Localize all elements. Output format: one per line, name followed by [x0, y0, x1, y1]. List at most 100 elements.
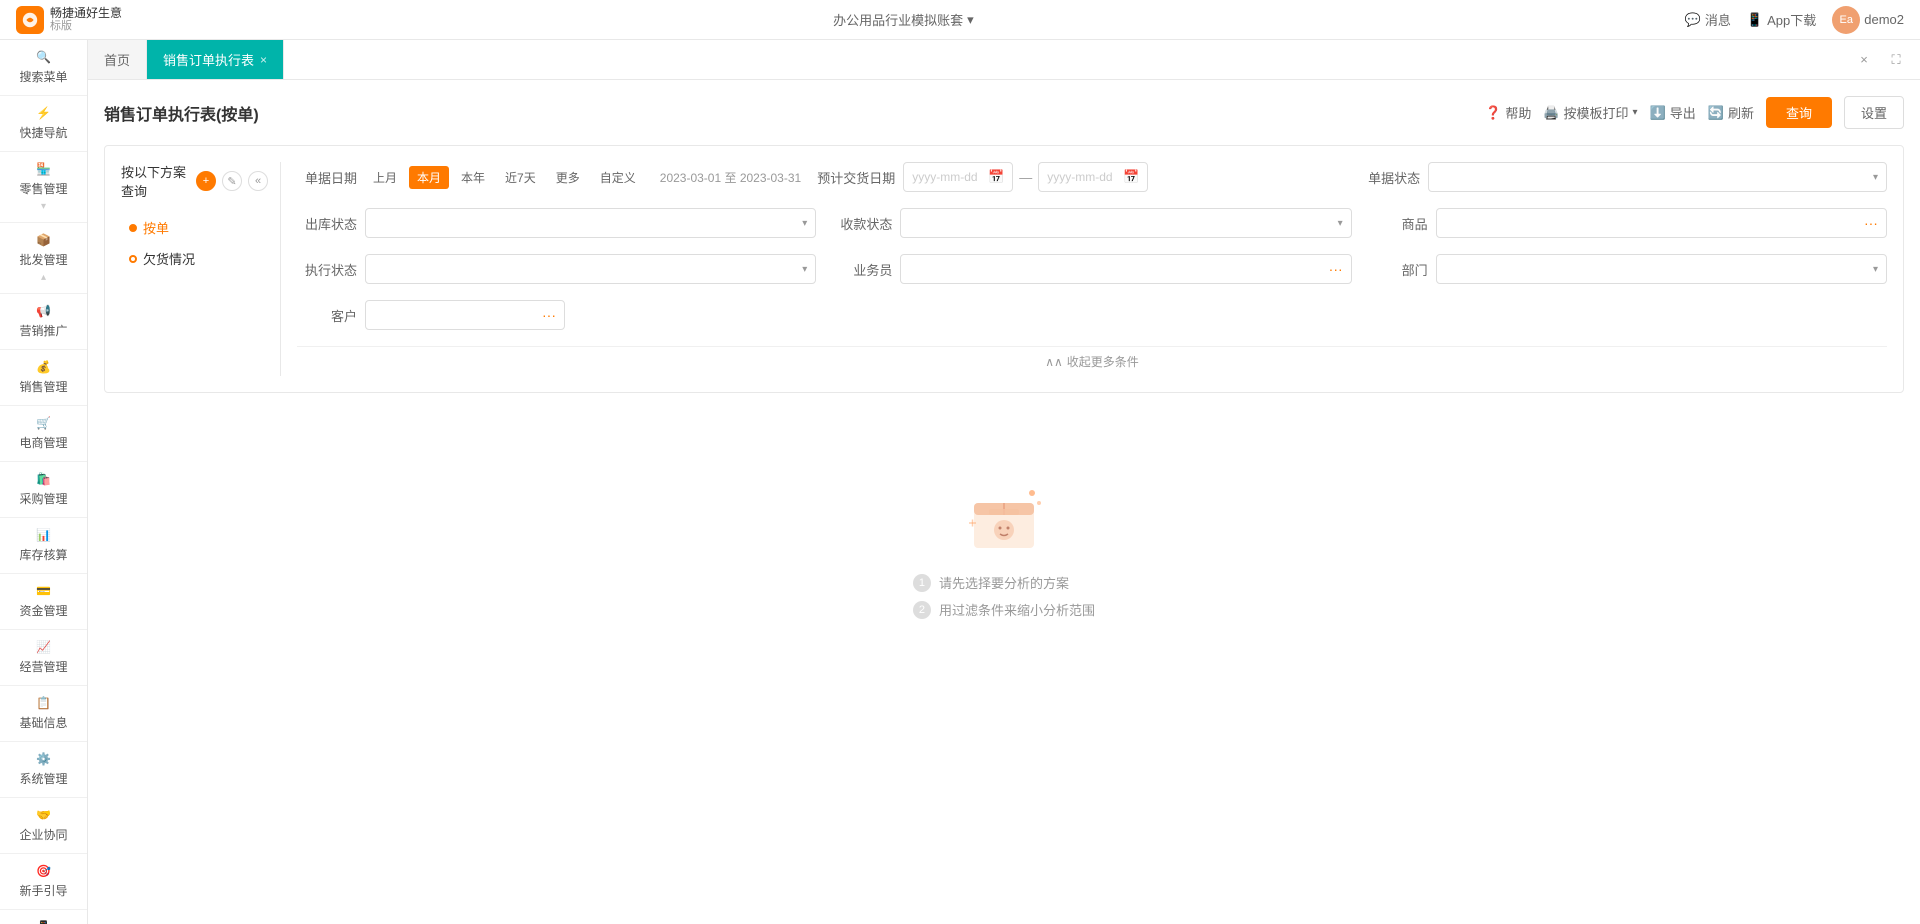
app-download-btn[interactable]: 📱 App下载 — [1747, 10, 1816, 29]
inventory-icon: 📊 — [36, 528, 51, 542]
message-label: 消息 — [1705, 10, 1731, 29]
help-icon: ❓ — [1485, 105, 1501, 121]
nav-by-order[interactable]: 按单 — [121, 212, 268, 243]
delivery-status-label: 出库状态 — [297, 214, 357, 233]
sidebar-search[interactable]: 🔍 搜索菜单 — [0, 40, 87, 96]
tip-text-2: 用过滤条件来缩小分析范围 — [939, 600, 1095, 619]
sidebar-item-purchase[interactable]: 🛍️ 采购管理 — [0, 462, 87, 518]
calendar-icon-start: 📅 — [988, 169, 1004, 185]
sidebar-item-base-info[interactable]: 📋 基础信息 — [0, 686, 87, 742]
sidebar-item-enterprise[interactable]: 🤝 企业协同 — [0, 798, 87, 854]
sidebar-ecommerce-label: 电商管理 — [19, 434, 67, 451]
tab-close-icon[interactable]: × — [260, 53, 267, 67]
base-info-icon: 📋 — [36, 696, 51, 710]
customer-select[interactable]: ··· — [365, 300, 565, 330]
logo-area: 畅捷通好生意 标版 — [16, 6, 122, 34]
product-select[interactable]: ··· — [1436, 208, 1887, 238]
ecommerce-icon: 🛒 — [36, 416, 51, 430]
main-layout: 🔍 搜索菜单 ⚡ 快捷导航 🏪 零售管理 ▾ 📦 批发管理 ▴ 📢 营销推广 💰… — [0, 40, 1920, 924]
tab-home[interactable]: 首页 — [88, 40, 147, 79]
date-tab-current-year[interactable]: 本年 — [453, 166, 493, 189]
wholesale-arrow-icon: ▴ — [41, 272, 46, 283]
template-print-label: 按模板打印 — [1564, 103, 1629, 122]
calendar-icon-end: 📅 — [1123, 169, 1139, 185]
sidebar-item-app-center[interactable]: 📱 应用中心 — [0, 910, 87, 924]
sidebar-system-label: 系统管理 — [19, 770, 67, 787]
message-btn[interactable]: 💬 消息 — [1685, 10, 1731, 29]
tab-home-label: 首页 — [104, 50, 130, 69]
enterprise-icon: 🤝 — [36, 808, 51, 822]
document-status-select[interactable]: ▾ — [1428, 162, 1887, 192]
tab-actions: × ⛶ — [1852, 48, 1920, 72]
nav-by-order-label: 按单 — [143, 218, 169, 237]
sidebar-quick-nav-label: 快捷导航 — [19, 124, 67, 141]
filter-row-date: 单据日期 上月 本月 本年 近7天 更多 自定义 2023-03-01 至 20… — [297, 162, 1887, 192]
nav-owe-stock-label: 欠货情况 — [143, 249, 195, 268]
date-tab-current-month[interactable]: 本月 — [409, 166, 449, 189]
template-print-btn[interactable]: 🖨️ 按模板打印 ▾ — [1543, 103, 1637, 122]
user-area[interactable]: Ea demo2 — [1832, 6, 1904, 34]
date-tab-last-7[interactable]: 近7天 — [497, 166, 544, 189]
collapse-btn[interactable]: ∧∧ 收起更多条件 — [297, 346, 1887, 376]
salesperson-ellipsis[interactable]: ··· — [1329, 261, 1343, 277]
tab-sales-order[interactable]: 销售订单执行表 × — [147, 40, 284, 79]
sidebar-item-inventory[interactable]: 📊 库存核算 — [0, 518, 87, 574]
tip-num-2: 2 — [913, 601, 931, 619]
filter-row-status: 出库状态 ▾ 收款状态 ▾ — [297, 208, 1887, 238]
tip-text-1: 请先选择要分析的方案 — [939, 573, 1069, 592]
date-tab-last-month[interactable]: 上月 — [365, 166, 405, 189]
delivery-status-select[interactable]: ▾ — [365, 208, 816, 238]
date-tab-custom[interactable]: 自定义 — [592, 166, 644, 189]
quick-nav-icon: ⚡ — [36, 106, 51, 120]
settings-button[interactable]: 设置 — [1844, 96, 1904, 129]
sidebar-item-system[interactable]: ⚙️ 系统管理 — [0, 742, 87, 798]
execution-status-label: 执行状态 — [297, 260, 357, 279]
product-ellipsis[interactable]: ··· — [1864, 215, 1878, 231]
newbie-icon: 🎯 — [36, 864, 51, 878]
department-select[interactable]: ▾ — [1436, 254, 1887, 284]
sidebar-item-finance[interactable]: 💳 资金管理 — [0, 574, 87, 630]
edit-scheme-btn[interactable]: ✎ — [222, 171, 242, 191]
salesperson-select[interactable]: ··· — [900, 254, 1351, 284]
receiving-status-select[interactable]: ▾ — [900, 208, 1351, 238]
app-download-icon: 📱 — [1747, 12, 1763, 28]
sidebar-item-retail[interactable]: 🏪 零售管理 ▾ — [0, 152, 87, 223]
nav-owe-stock[interactable]: 欠货情况 — [121, 243, 268, 274]
query-button[interactable]: 查询 — [1766, 97, 1832, 128]
refresh-btn[interactable]: 🔄 刷新 — [1708, 103, 1754, 122]
top-bar-right: 💬 消息 📱 App下载 Ea demo2 — [1685, 6, 1904, 34]
date-tab-more[interactable]: 更多 — [548, 166, 588, 189]
add-scheme-btn[interactable]: + — [196, 171, 216, 191]
sidebar-item-operations[interactable]: 📈 经营管理 — [0, 630, 87, 686]
system-icon: ⚙️ — [36, 752, 51, 766]
customer-ellipsis[interactable]: ··· — [542, 307, 556, 323]
top-bar-center[interactable]: 办公用品行业模拟账套 ▾ — [833, 10, 974, 29]
sidebar-retail-label: 零售管理 — [19, 180, 67, 197]
date-label: 单据日期 — [297, 168, 357, 187]
expected-delivery-start[interactable]: yyyy-mm-dd 📅 — [903, 162, 1013, 192]
sidebar-item-ecommerce[interactable]: 🛒 电商管理 — [0, 406, 87, 462]
help-btn[interactable]: ❓ 帮助 — [1485, 103, 1531, 122]
filter-area: 单据日期 上月 本月 本年 近7天 更多 自定义 2023-03-01 至 20… — [281, 162, 1887, 376]
collapse-panel-btn[interactable]: « — [248, 171, 268, 191]
sidebar-item-wholesale[interactable]: 📦 批发管理 ▴ — [0, 223, 87, 294]
execution-status-select[interactable]: ▾ — [365, 254, 816, 284]
expand-window-btn[interactable]: ⛶ — [1884, 48, 1908, 72]
receiving-status-arrow: ▾ — [1338, 218, 1343, 229]
close-window-btn[interactable]: × — [1852, 48, 1876, 72]
expected-delivery-label: 预计交货日期 — [817, 168, 895, 187]
receiving-status-group: 收款状态 ▾ — [832, 208, 1351, 238]
execution-status-arrow: ▾ — [802, 264, 807, 275]
company-dropdown-icon[interactable]: ▾ — [967, 12, 974, 28]
sidebar-item-sales-mgmt[interactable]: 💰 销售管理 — [0, 350, 87, 406]
receiving-status-label: 收款状态 — [832, 214, 892, 233]
sidebar-item-marketing[interactable]: 📢 营销推广 — [0, 294, 87, 350]
current-company[interactable]: 办公用品行业模拟账套 — [833, 10, 963, 29]
tab-sales-order-label: 销售订单执行表 — [163, 50, 254, 69]
department-label: 部门 — [1368, 260, 1428, 279]
export-btn[interactable]: ⬇️ 导出 — [1650, 103, 1696, 122]
sidebar-item-newbie[interactable]: 🎯 新手引导 — [0, 854, 87, 910]
expected-delivery-end[interactable]: yyyy-mm-dd 📅 — [1038, 162, 1148, 192]
content-grid: 按以下方案查询 + ✎ « — [104, 145, 1904, 393]
sidebar-quick-nav[interactable]: ⚡ 快捷导航 — [0, 96, 87, 152]
